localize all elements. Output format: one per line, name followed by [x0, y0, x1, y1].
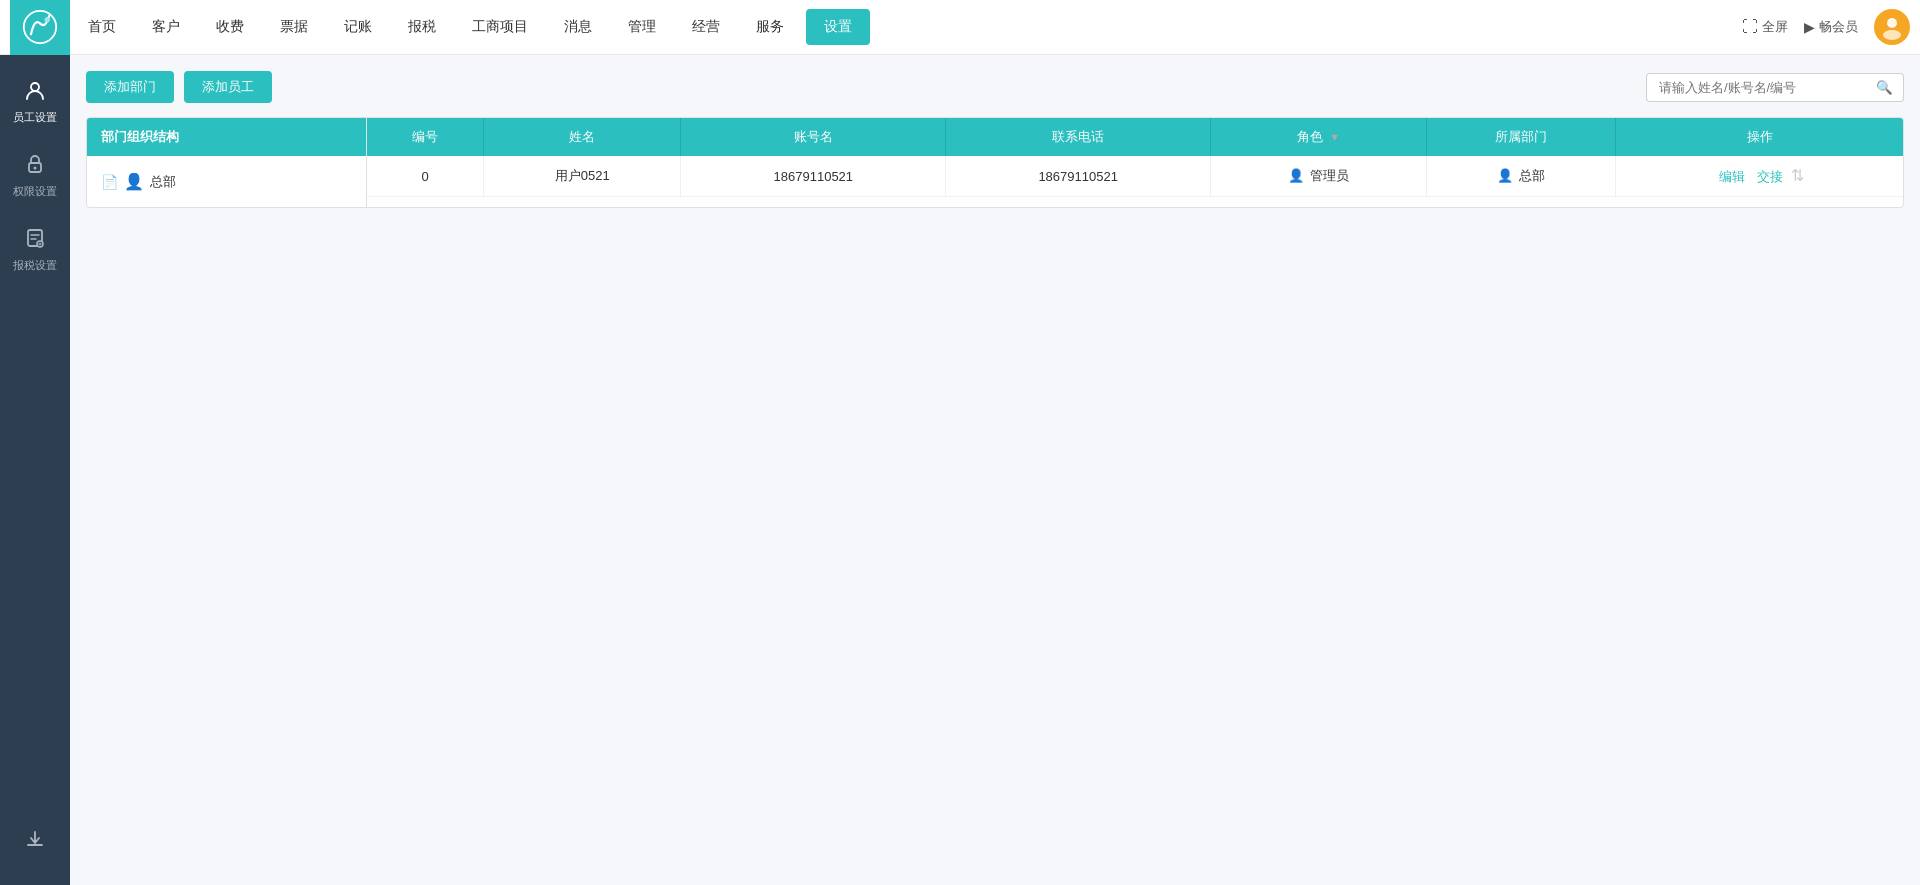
add-emp-button[interactable]: 添加员工 [184, 71, 272, 103]
main-layout: 员工设置 权限设置 报税设置 [0, 55, 1920, 885]
nav-right: ⛶ 全屏 ▶ 畅会员 [1742, 9, 1910, 45]
member-button[interactable]: ▶ 畅会员 [1804, 18, 1858, 36]
nav-accounting[interactable]: 记账 [326, 0, 390, 55]
nav-billing[interactable]: 收费 [198, 0, 262, 55]
add-dept-button[interactable]: 添加部门 [86, 71, 174, 103]
transfer-link[interactable]: 交接 [1757, 169, 1783, 184]
fullscreen-icon: ⛶ [1742, 18, 1758, 36]
cell-name: 用户0521 [484, 156, 681, 197]
sidebar-bottom [20, 814, 50, 885]
dept-name-zongbu: 总部 [150, 173, 176, 191]
nav-tax[interactable]: 报税 [390, 0, 454, 55]
cell-phone: 18679110521 [946, 156, 1211, 197]
member-icon: ▶ [1804, 19, 1815, 35]
avatar[interactable] [1874, 9, 1910, 45]
nav-service[interactable]: 服务 [738, 0, 802, 55]
col-phone: 联系电话 [946, 118, 1211, 156]
col-name: 姓名 [484, 118, 681, 156]
dept-user-icon: 👤 [124, 172, 144, 191]
dept-tree-item-zongbu[interactable]: 📄 👤 总部 [97, 166, 356, 197]
cell-role: 👤 管理员 [1211, 156, 1427, 197]
table-row: 0 用户0521 18679110521 18679110521 👤 管理员 👤… [367, 156, 1903, 197]
file-icon: 📄 [101, 174, 118, 190]
download-icon [24, 828, 46, 855]
dept-tree-body: 📄 👤 总部 [87, 156, 366, 207]
table-body: 0 用户0521 18679110521 18679110521 👤 管理员 👤… [367, 156, 1903, 197]
nav-home[interactable]: 首页 [70, 0, 134, 55]
top-nav: 首页 客户 收费 票据 记账 报税 工商项目 消息 管理 经营 服务 设置 ⛶ … [0, 0, 1920, 55]
sidebar-item-employee-label: 员工设置 [13, 110, 57, 125]
fullscreen-button[interactable]: ⛶ 全屏 [1742, 18, 1788, 36]
sidebar-item-employee[interactable]: 员工设置 [0, 65, 70, 139]
nav-business[interactable]: 工商项目 [454, 0, 546, 55]
nav-items: 首页 客户 收费 票据 记账 报税 工商项目 消息 管理 经营 服务 设置 [70, 0, 1742, 55]
col-account: 账号名 [681, 118, 946, 156]
cell-action: 编辑 交接 ⇅ [1616, 156, 1903, 197]
svg-point-4 [31, 83, 39, 91]
fullscreen-label: 全屏 [1762, 18, 1788, 36]
edit-link[interactable]: 编辑 [1719, 169, 1745, 184]
sidebar-item-download[interactable] [20, 814, 50, 869]
employee-table: 编号 姓名 账号名 联系电话 角色 ▼ 所属部门 操作 [367, 118, 1903, 197]
sidebar-item-permissions-label: 权限设置 [13, 184, 57, 199]
role-user-icon: 👤 [1288, 168, 1304, 183]
cell-dept: 👤 总部 [1426, 156, 1615, 197]
member-label: 畅会员 [1819, 18, 1858, 36]
row-scroll-arrows: ⇅ [1791, 167, 1804, 184]
nav-invoice[interactable]: 票据 [262, 0, 326, 55]
sidebar-item-permissions[interactable]: 权限设置 [0, 139, 70, 213]
nav-settings[interactable]: 设置 [806, 9, 870, 45]
col-dept: 所属部门 [1426, 118, 1615, 156]
nav-customer[interactable]: 客户 [134, 0, 198, 55]
svg-point-1 [45, 17, 50, 22]
nav-message[interactable]: 消息 [546, 0, 610, 55]
col-role: 角色 ▼ [1211, 118, 1427, 156]
col-id: 编号 [367, 118, 484, 156]
emp-table: 编号 姓名 账号名 联系电话 角色 ▼ 所属部门 操作 [367, 118, 1903, 207]
dept-tree-header: 部门组织结构 [87, 118, 366, 156]
tax-icon [24, 227, 46, 254]
table-area: 部门组织结构 📄 👤 总部 编号 姓名 账号名 [86, 117, 1904, 208]
sidebar-item-taxsettings[interactable]: 报税设置 [0, 213, 70, 287]
toolbar: 添加部门 添加员工 🔍 [86, 71, 1904, 103]
svg-point-0 [24, 11, 56, 43]
nav-operation[interactable]: 经营 [674, 0, 738, 55]
sidebar-item-taxsettings-label: 报税设置 [13, 258, 57, 273]
dept-user-icon-row: 👤 [1497, 168, 1513, 183]
table-header: 编号 姓名 账号名 联系电话 角色 ▼ 所属部门 操作 [367, 118, 1903, 156]
sidebar: 员工设置 权限设置 报税设置 [0, 55, 70, 885]
search-button[interactable]: 🔍 [1866, 73, 1904, 102]
content-area: 添加部门 添加员工 🔍 部门组织结构 📄 👤 总部 [70, 55, 1920, 885]
logo [10, 0, 70, 55]
cell-id: 0 [367, 156, 484, 197]
nav-manage[interactable]: 管理 [610, 0, 674, 55]
dept-tree: 部门组织结构 📄 👤 总部 [87, 118, 367, 207]
person-icon [24, 79, 46, 106]
search-icon: 🔍 [1876, 80, 1893, 95]
svg-point-3 [1883, 30, 1901, 40]
search-bar: 🔍 [1646, 73, 1904, 102]
lock-icon [24, 153, 46, 180]
role-filter-icon[interactable]: ▼ [1329, 131, 1340, 143]
col-action: 操作 [1616, 118, 1903, 156]
cell-account: 18679110521 [681, 156, 946, 197]
svg-point-2 [1887, 18, 1897, 28]
search-input[interactable] [1646, 73, 1866, 102]
svg-point-6 [34, 167, 37, 170]
